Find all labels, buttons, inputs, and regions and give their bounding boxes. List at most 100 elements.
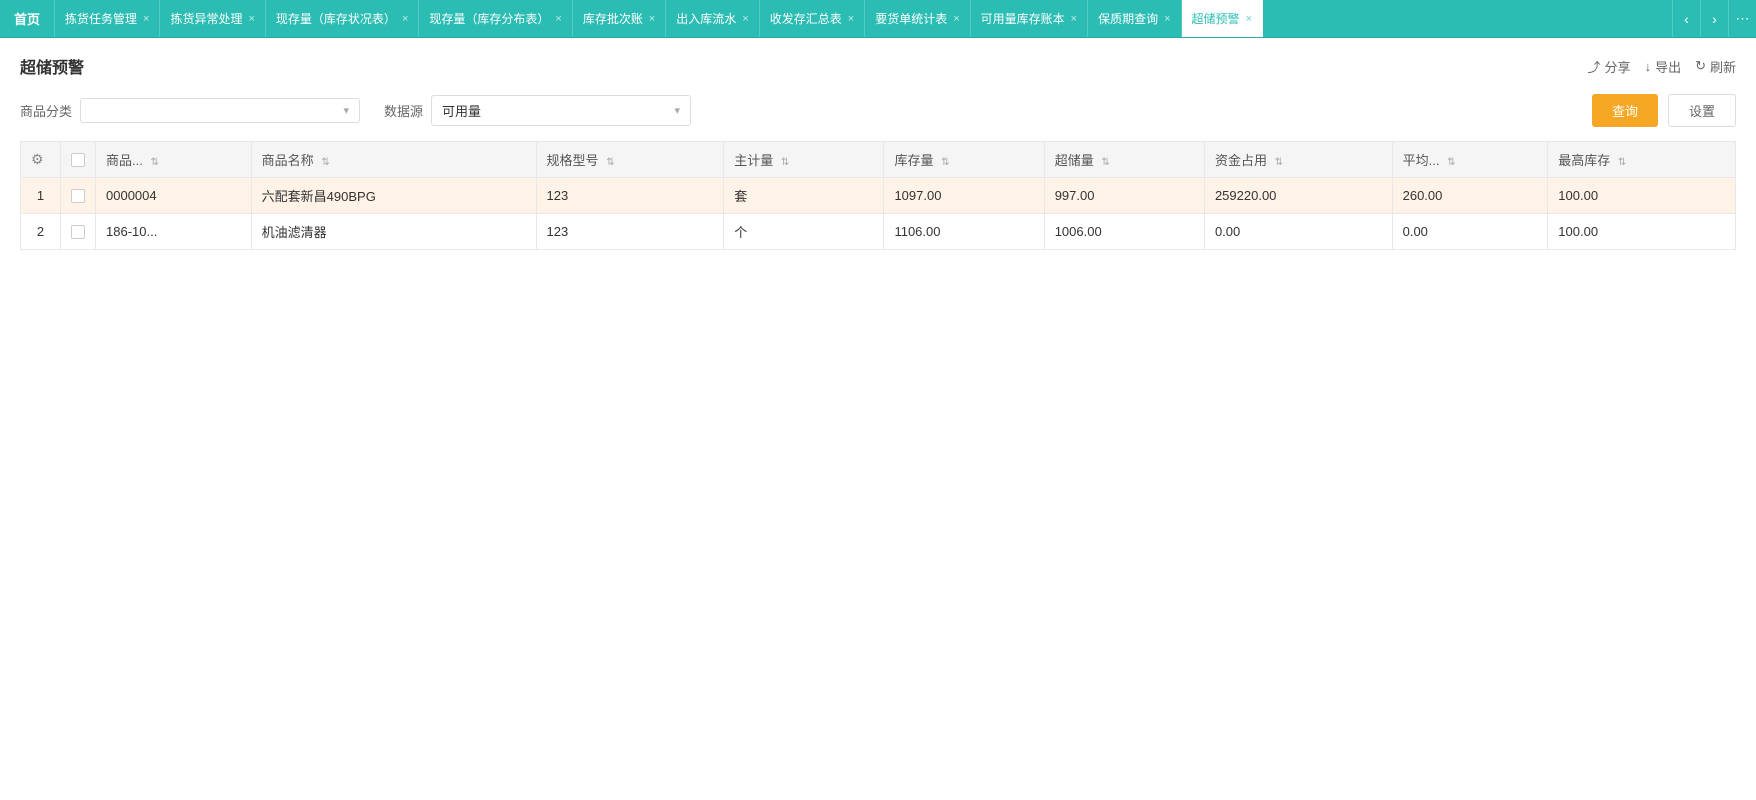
page-header: 超储预警 ⤴ 分享 ↓ 导出 ↻ 刷新 bbox=[20, 54, 1736, 78]
nav-tab-4[interactable]: 库存批次账 × bbox=[573, 0, 666, 38]
nav-tab-close-6[interactable]: × bbox=[848, 13, 854, 25]
th-stock[interactable]: 库存量 ⇅ bbox=[884, 142, 1044, 178]
filter-datasource: 数据源 可用量 ▾ bbox=[384, 95, 691, 126]
nav-tab-close-9[interactable]: × bbox=[1164, 13, 1170, 25]
export-label: 导出 bbox=[1655, 57, 1681, 76]
th-overstock[interactable]: 超储量 ⇅ bbox=[1044, 142, 1204, 178]
cell-capital-1: 259220.00 bbox=[1204, 178, 1392, 214]
table-row: 1 0000004 六配套新昌490BPG 123 套 1097.00 997.… bbox=[21, 178, 1736, 214]
page-title: 超储预警 bbox=[20, 54, 84, 78]
cell-avg-2: 0.00 bbox=[1392, 214, 1548, 250]
export-icon: ↓ bbox=[1645, 59, 1652, 74]
category-select[interactable]: ▾ bbox=[80, 98, 360, 123]
row-cb-1[interactable] bbox=[71, 189, 85, 203]
nav-home[interactable]: 首页 bbox=[0, 0, 55, 38]
settings-gear-icon[interactable]: ⚙ bbox=[31, 151, 44, 167]
nav-tab-close-5[interactable]: × bbox=[742, 13, 748, 25]
th-avg[interactable]: 平均... ⇅ bbox=[1392, 142, 1548, 178]
datasource-value: 可用量 bbox=[442, 101, 481, 120]
nav-tab-7[interactable]: 要货单统计表 × bbox=[865, 0, 970, 38]
nav-tab-close-1[interactable]: × bbox=[248, 13, 254, 25]
cell-unit-1: 套 bbox=[724, 178, 884, 214]
table-body: 1 0000004 六配套新昌490BPG 123 套 1097.00 997.… bbox=[21, 178, 1736, 250]
sort-icon-capital: ⇅ bbox=[1275, 157, 1283, 168]
nav-tab-close-7[interactable]: × bbox=[953, 13, 959, 25]
th-max-stock[interactable]: 最高库存 ⇅ bbox=[1548, 142, 1736, 178]
th-settings[interactable]: ⚙ bbox=[21, 142, 61, 178]
nav-tab-label-2: 现存量（库存状况表） bbox=[276, 10, 396, 27]
data-table: ⚙ 商品... ⇅ 商品名称 ⇅ 规格型号 ⇅ 主计量 bbox=[20, 141, 1736, 250]
datasource-chevron-icon: ▾ bbox=[675, 104, 681, 117]
nav-arrows: ‹ › ⋯ bbox=[1672, 0, 1756, 38]
query-button[interactable]: 查询 bbox=[1592, 94, 1658, 127]
nav-tab-close-8[interactable]: × bbox=[1071, 13, 1077, 25]
nav-tab-9[interactable]: 保质期查询 × bbox=[1088, 0, 1181, 38]
filter-category: 商品分类 ▾ bbox=[20, 98, 360, 123]
cell-spec-2: 123 bbox=[536, 214, 724, 250]
share-label: 分享 bbox=[1605, 57, 1631, 76]
sort-icon-max-stock: ⇅ bbox=[1618, 157, 1626, 168]
header-checkbox[interactable] bbox=[71, 153, 85, 167]
nav-tab-label-5: 出入库流水 bbox=[676, 10, 736, 27]
nav-tab-3[interactable]: 现存量（库存分布表） × bbox=[419, 0, 572, 38]
th-product-name[interactable]: 商品名称 ⇅ bbox=[251, 142, 536, 178]
nav-tab-0[interactable]: 拣货任务管理 × bbox=[55, 0, 160, 38]
refresh-label: 刷新 bbox=[1710, 57, 1736, 76]
row-checkbox-1[interactable] bbox=[61, 178, 96, 214]
nav-arrow-left[interactable]: ‹ bbox=[1672, 0, 1700, 38]
nav-tab-8[interactable]: 可用量库存账本 × bbox=[971, 0, 1088, 38]
cell-product-code-2: 186-10... bbox=[96, 214, 252, 250]
nav-tab-close-3[interactable]: × bbox=[555, 13, 561, 25]
nav-tab-close-4[interactable]: × bbox=[649, 13, 655, 25]
th-product-code[interactable]: 商品... ⇅ bbox=[96, 142, 252, 178]
nav-arrow-more[interactable]: ⋯ bbox=[1728, 0, 1756, 38]
nav-tab-label-1: 拣货异常处理 bbox=[170, 10, 242, 27]
settings-button[interactable]: 设置 bbox=[1668, 94, 1736, 127]
cell-avg-1: 260.00 bbox=[1392, 178, 1548, 214]
nav-tab-label-8: 可用量库存账本 bbox=[981, 10, 1065, 27]
nav-tab-close-2[interactable]: × bbox=[402, 13, 408, 25]
share-button[interactable]: ⤴ 分享 bbox=[1588, 57, 1631, 76]
nav-tab-6[interactable]: 收发存汇总表 × bbox=[760, 0, 865, 38]
cell-stock-2: 1106.00 bbox=[884, 214, 1044, 250]
cell-product-code-1: 0000004 bbox=[96, 178, 252, 214]
cell-unit-2: 个 bbox=[724, 214, 884, 250]
export-button[interactable]: ↓ 导出 bbox=[1645, 57, 1682, 76]
sort-icon-product-code: ⇅ bbox=[150, 157, 158, 168]
row-num-2: 2 bbox=[21, 214, 61, 250]
category-chevron-icon: ▾ bbox=[343, 104, 349, 117]
nav-tab-1[interactable]: 拣货异常处理 × bbox=[160, 0, 265, 38]
nav-tab-close-0[interactable]: × bbox=[143, 13, 149, 25]
nav-tab-label-6: 收发存汇总表 bbox=[770, 10, 842, 27]
th-capital[interactable]: 资金占用 ⇅ bbox=[1204, 142, 1392, 178]
nav-tab-5[interactable]: 出入库流水 × bbox=[666, 0, 759, 38]
page-content: 超储预警 ⤴ 分享 ↓ 导出 ↻ 刷新 商品分类 ▾ 数据源 bbox=[0, 38, 1756, 800]
cell-product-name-1: 六配套新昌490BPG bbox=[251, 178, 536, 214]
table-header: ⚙ 商品... ⇅ 商品名称 ⇅ 规格型号 ⇅ 主计量 bbox=[21, 142, 1736, 178]
nav-tab-close-10[interactable]: × bbox=[1246, 13, 1252, 25]
cell-max-stock-1: 100.00 bbox=[1548, 178, 1736, 214]
row-cb-2[interactable] bbox=[71, 225, 85, 239]
sort-icon-stock: ⇅ bbox=[941, 157, 949, 168]
nav-arrow-right[interactable]: › bbox=[1700, 0, 1728, 38]
th-spec[interactable]: 规格型号 ⇅ bbox=[536, 142, 724, 178]
datasource-select[interactable]: 可用量 ▾ bbox=[431, 95, 691, 126]
nav-tab-label-9: 保质期查询 bbox=[1098, 10, 1158, 27]
th-unit[interactable]: 主计量 ⇅ bbox=[724, 142, 884, 178]
category-label: 商品分类 bbox=[20, 101, 72, 120]
nav-tab-label-3: 现存量（库存分布表） bbox=[429, 10, 549, 27]
header-actions: ⤴ 分享 ↓ 导出 ↻ 刷新 bbox=[1588, 57, 1736, 76]
nav-tab-label-4: 库存批次账 bbox=[583, 10, 643, 27]
sort-icon-avg: ⇅ bbox=[1447, 157, 1455, 168]
th-checkbox[interactable] bbox=[61, 142, 96, 178]
nav-tab-label-10: 超储预警 bbox=[1192, 10, 1240, 27]
nav-tab-2[interactable]: 现存量（库存状况表） × bbox=[266, 0, 419, 38]
row-checkbox-2[interactable] bbox=[61, 214, 96, 250]
sort-icon-unit: ⇅ bbox=[781, 157, 789, 168]
nav-tab-label-0: 拣货任务管理 bbox=[65, 10, 137, 27]
refresh-button[interactable]: ↻ 刷新 bbox=[1695, 57, 1736, 76]
cell-capital-2: 0.00 bbox=[1204, 214, 1392, 250]
top-nav: 首页 拣货任务管理 × 拣货异常处理 × 现存量（库存状况表） × 现存量（库存… bbox=[0, 0, 1756, 38]
nav-tab-10[interactable]: 超储预警 × bbox=[1182, 0, 1263, 38]
table-row: 2 186-10... 机油滤清器 123 个 1106.00 1006.00 … bbox=[21, 214, 1736, 250]
